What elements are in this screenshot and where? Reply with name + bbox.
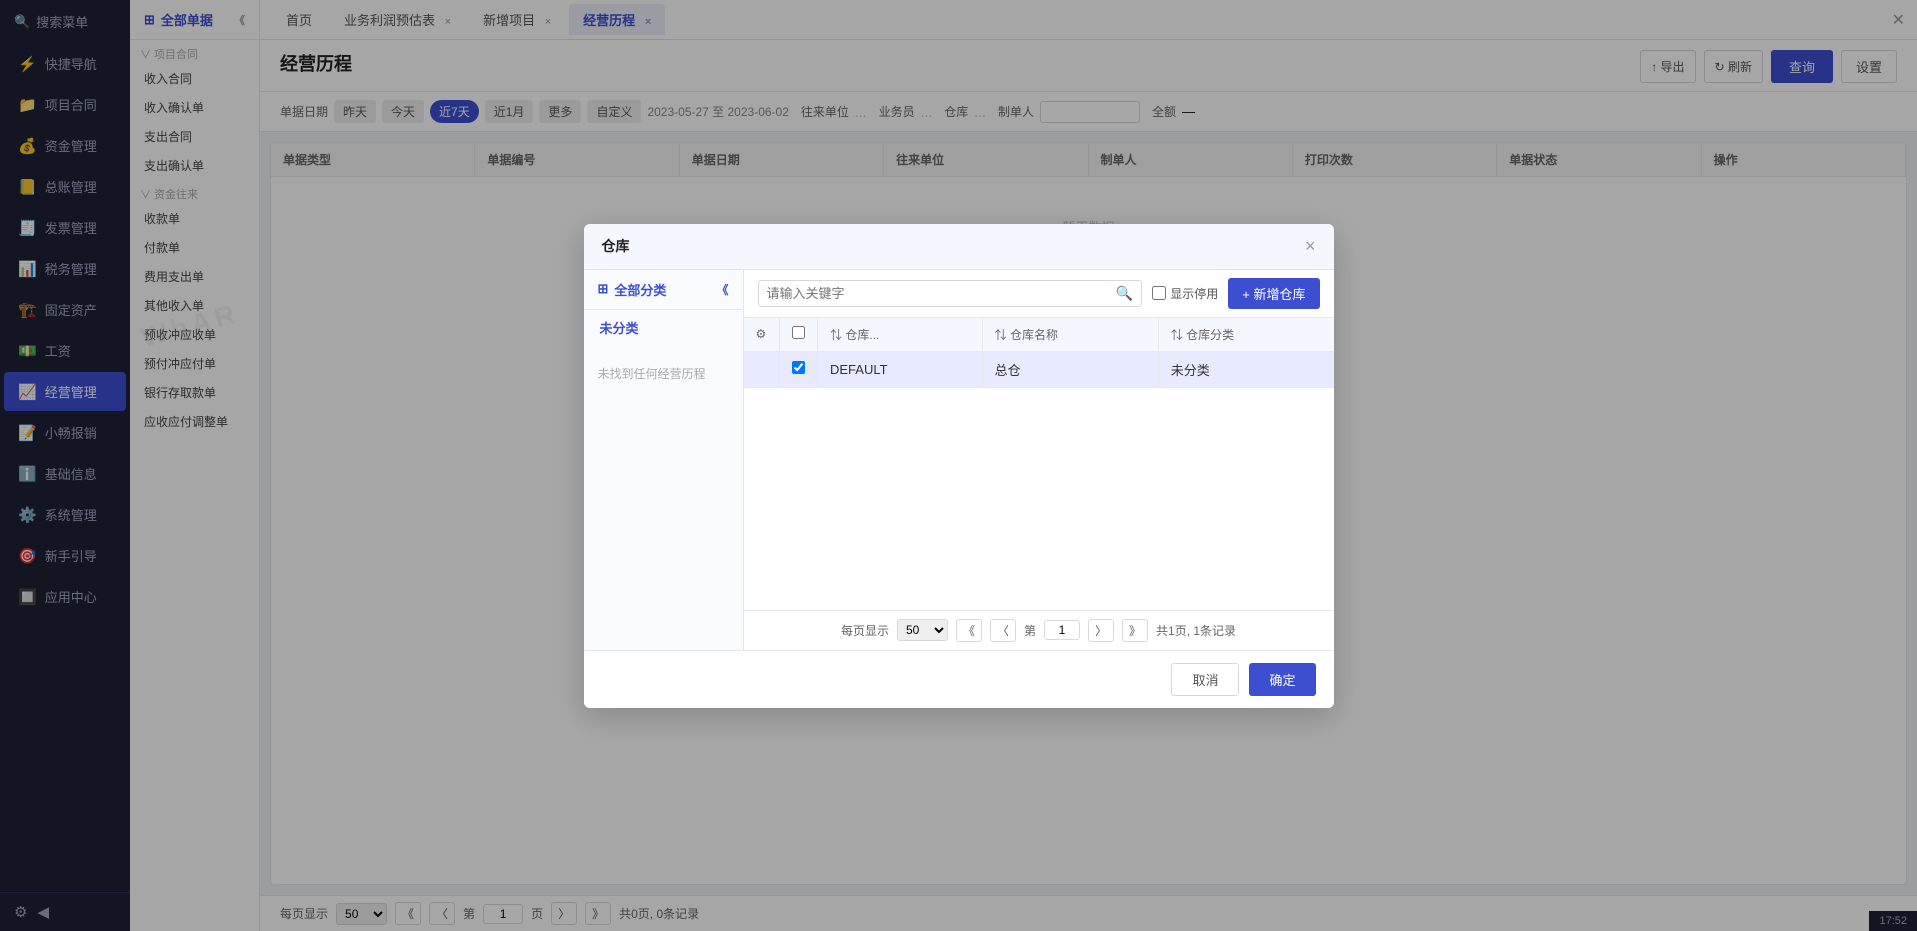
dialog-first-btn[interactable]: 《 bbox=[956, 619, 982, 642]
search-wrap: 🔍 bbox=[758, 280, 1143, 307]
dialog-overlay[interactable]: 仓库 × ⊞ 全部分类 《 未分类 未找到任何经营历程 bbox=[0, 0, 1917, 931]
dialog-total-info: 共1页, 1条记录 bbox=[1156, 622, 1236, 639]
category-header: ⊞ 全部分类 《 bbox=[584, 270, 743, 310]
dialog-prev-btn[interactable]: 〈 bbox=[990, 619, 1016, 642]
sort-icon: ⇅ bbox=[995, 328, 1007, 342]
dialog-per-page-select[interactable]: 50100200 bbox=[897, 619, 948, 641]
content-toolbar: 🔍 显示停用 + 新增仓库 bbox=[744, 270, 1334, 318]
dialog-footer: 取消 确定 bbox=[584, 650, 1334, 708]
row-check bbox=[780, 351, 818, 387]
col-warehouse-code[interactable]: ⇅ 仓库... bbox=[818, 318, 983, 352]
table-row[interactable]: DEFAULT 总仓 未分类 bbox=[744, 351, 1334, 387]
category-collapse-btn[interactable]: 《 bbox=[716, 281, 728, 298]
category-item-uncategorized[interactable]: 未分类 bbox=[584, 310, 743, 345]
warehouse-table-body: DEFAULT 总仓 未分类 bbox=[744, 351, 1334, 387]
show-disabled-label: 显示停用 bbox=[1170, 285, 1218, 302]
confirm-button[interactable]: 确定 bbox=[1249, 663, 1315, 696]
category-panel: ⊞ 全部分类 《 未分类 未找到任何经营历程 bbox=[584, 270, 744, 650]
warehouse-search-input[interactable] bbox=[767, 286, 1116, 301]
no-result-text: 未找到任何经营历程 bbox=[584, 345, 743, 402]
content-panel: 🔍 显示停用 + 新增仓库 ⚙ bbox=[744, 270, 1334, 650]
warehouse-table-header-row: ⚙ ⇅ 仓库... ⇅ 仓库名称 bbox=[744, 318, 1334, 352]
warehouse-table-head: ⚙ ⇅ 仓库... ⇅ 仓库名称 bbox=[744, 318, 1334, 352]
warehouse-table-wrap: ⚙ ⇅ 仓库... ⇅ 仓库名称 bbox=[744, 318, 1334, 610]
select-all-checkbox[interactable] bbox=[792, 326, 805, 339]
dialog-page-input[interactable] bbox=[1044, 620, 1080, 640]
dialog-header: 仓库 × bbox=[584, 224, 1334, 270]
row-category: 未分类 bbox=[1158, 351, 1333, 387]
show-disabled-checkbox[interactable] bbox=[1152, 286, 1166, 300]
warehouse-dialog: 仓库 × ⊞ 全部分类 《 未分类 未找到任何经营历程 bbox=[584, 224, 1334, 708]
dialog-page-label: 第 bbox=[1024, 622, 1036, 639]
search-icon: 🔍 bbox=[1116, 285, 1133, 302]
category-grid-icon: ⊞ bbox=[598, 281, 609, 297]
dialog-title: 仓库 bbox=[602, 236, 630, 256]
row-code: DEFAULT bbox=[818, 351, 983, 387]
row-gear bbox=[744, 351, 780, 387]
row-name: 总仓 bbox=[982, 351, 1158, 387]
dialog-per-page-label: 每页显示 bbox=[841, 622, 889, 639]
col-warehouse-category[interactable]: ⇅ 仓库分类 bbox=[1158, 318, 1333, 352]
category-all-label: 全部分类 bbox=[614, 280, 666, 299]
row-checkbox[interactable] bbox=[792, 361, 805, 374]
dialog-body: ⊞ 全部分类 《 未分类 未找到任何经营历程 🔍 显示停用 bbox=[584, 270, 1334, 650]
dialog-close-btn[interactable]: × bbox=[1305, 236, 1316, 257]
add-warehouse-btn[interactable]: + 新增仓库 bbox=[1228, 278, 1319, 309]
col-gear: ⚙ bbox=[744, 318, 780, 352]
col-warehouse-name[interactable]: ⇅ 仓库名称 bbox=[982, 318, 1158, 352]
dialog-pagination: 每页显示 50100200 《 〈 第 〉 》 共1页, 1条记录 bbox=[744, 610, 1334, 650]
col-check bbox=[780, 318, 818, 352]
warehouse-table: ⚙ ⇅ 仓库... ⇅ 仓库名称 bbox=[744, 318, 1334, 388]
dialog-last-btn[interactable]: 》 bbox=[1122, 619, 1148, 642]
sort-icon: ⇅ bbox=[830, 328, 842, 342]
show-disabled-group: 显示停用 bbox=[1152, 285, 1218, 302]
dialog-next-btn[interactable]: 〉 bbox=[1088, 619, 1114, 642]
sort-icon: ⇅ bbox=[1171, 328, 1183, 342]
cancel-button[interactable]: 取消 bbox=[1171, 663, 1239, 696]
